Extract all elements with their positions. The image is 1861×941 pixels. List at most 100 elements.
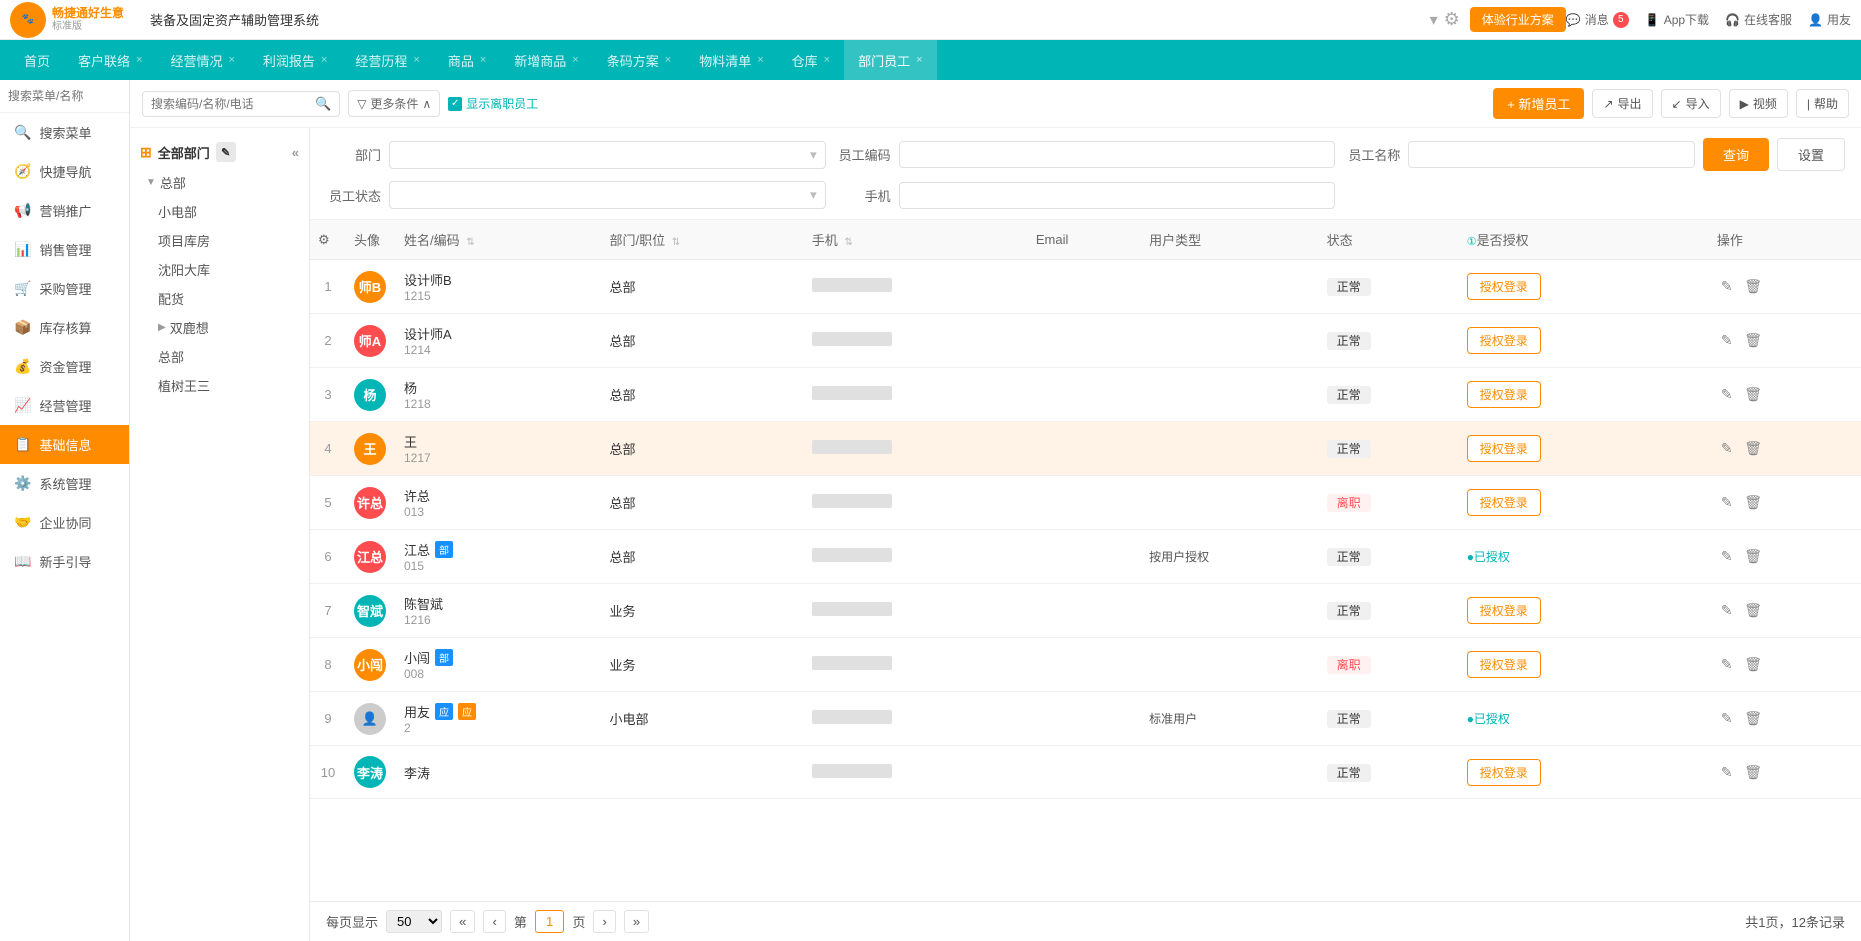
edit-icon[interactable]: ✎ [1717, 762, 1737, 782]
auth-login-btn[interactable]: 授权登录 [1467, 381, 1541, 408]
close-icon[interactable]: × [916, 54, 922, 66]
sidebar-search-input[interactable] [8, 89, 130, 103]
edit-icon[interactable]: ✎ [1717, 546, 1737, 566]
delete-icon[interactable]: 🗑 [1740, 654, 1766, 674]
current-page[interactable]: 1 [535, 910, 564, 933]
edit-icon[interactable]: ✎ [1717, 708, 1737, 728]
show-resigned-toggle[interactable]: ✓ 显示离职员工 [448, 95, 538, 112]
last-page-btn[interactable]: » [624, 910, 649, 933]
row-auth[interactable]: 授权登录 [1459, 314, 1669, 368]
close-icon[interactable]: × [228, 54, 234, 66]
col-settings[interactable]: ⚙ [310, 220, 346, 260]
close-icon[interactable]: × [321, 54, 327, 66]
collapse-icon[interactable]: « [292, 145, 299, 160]
import-button[interactable]: ↙ 导入 [1661, 89, 1721, 118]
delete-icon[interactable]: 🗑 [1740, 492, 1766, 512]
auth-login-btn[interactable]: 授权登录 [1467, 759, 1541, 786]
status-select[interactable]: ▾ [389, 181, 826, 209]
close-icon[interactable]: × [480, 54, 486, 66]
next-page-btn[interactable]: › [593, 910, 615, 933]
dropdown-arrow[interactable]: ▾ [1430, 10, 1438, 30]
row-auth[interactable]: 授权登录 [1459, 368, 1669, 422]
tab-department[interactable]: 部门员工 × [844, 40, 936, 80]
tab-home[interactable]: 首页 [10, 40, 64, 80]
close-icon[interactable]: × [572, 54, 578, 66]
close-icon[interactable]: × [824, 54, 830, 66]
export-button[interactable]: ↗ 导出 [1592, 89, 1652, 118]
auth-login-btn[interactable]: 授权登录 [1467, 489, 1541, 516]
message-btn[interactable]: 💬 消息 5 [1566, 11, 1629, 28]
sidebar-item-system[interactable]: ⚙️ 系统管理 [0, 464, 129, 503]
prev-page-btn[interactable]: ‹ [483, 910, 505, 933]
video-button[interactable]: ▶ 视频 [1729, 89, 1788, 118]
delete-icon[interactable]: 🗑 [1740, 330, 1766, 350]
settings-icon[interactable]: ⚙ [1444, 9, 1460, 30]
tab-customer[interactable]: 客户联络 × [64, 40, 156, 80]
row-auth[interactable]: 授权登录 [1459, 260, 1669, 314]
sidebar-item-inventory[interactable]: 📦 库存核算 [0, 308, 129, 347]
sidebar-item-marketing[interactable]: 📢 营销推广 [0, 191, 129, 230]
tab-goods[interactable]: 商品 × [434, 40, 500, 80]
tab-profit[interactable]: 利润报告 × [249, 40, 341, 80]
row-auth[interactable]: 授权登录 [1459, 746, 1669, 799]
sidebar-item-guide[interactable]: 📖 新手引导 [0, 542, 129, 581]
empname-input[interactable] [1408, 141, 1695, 168]
tab-barcode[interactable]: 条码方案 × [593, 40, 685, 80]
edit-icon[interactable]: ✎ [1717, 384, 1737, 404]
tab-operations[interactable]: 经营情况 × [156, 40, 248, 80]
dept-item-zongbu2[interactable]: 总部 [138, 342, 301, 371]
col-dept[interactable]: 部门/职位 ⇅ [601, 220, 803, 260]
auth-login-btn[interactable]: 授权登录 [1467, 327, 1541, 354]
row-auth[interactable]: 授权登录 [1459, 476, 1669, 530]
delete-icon[interactable]: 🗑 [1740, 438, 1766, 458]
auth-login-btn[interactable]: 授权登录 [1467, 597, 1541, 624]
delete-icon[interactable]: 🗑 [1740, 762, 1766, 782]
dept-item-zhishu[interactable]: 植树王三 [138, 371, 301, 400]
col-name[interactable]: 姓名/编码 ⇅ [396, 220, 601, 260]
sidebar-item-finance[interactable]: 💰 资金管理 [0, 347, 129, 386]
help-button[interactable]: | 帮助 [1796, 89, 1849, 118]
sidebar-item-sales[interactable]: 📊 销售管理 [0, 230, 129, 269]
first-page-btn[interactable]: « [450, 910, 475, 933]
edit-icon[interactable]: ✎ [1717, 654, 1737, 674]
delete-icon[interactable]: 🗑 [1740, 276, 1766, 296]
sidebar-item-purchase[interactable]: 🛒 采购管理 [0, 269, 129, 308]
auth-login-btn[interactable]: 授权登录 [1467, 435, 1541, 462]
more-filter-btn[interactable]: ▽ 更多条件 ∧ [348, 90, 440, 117]
edit-icon[interactable]: ✎ [1717, 438, 1737, 458]
sidebar-item-quicknav[interactable]: 🧭 快捷导航 [0, 152, 129, 191]
sidebar-item-cooperation[interactable]: 🤝 企业协同 [0, 503, 129, 542]
sort-icon[interactable]: ⇅ [466, 237, 474, 248]
auth-login-btn[interactable]: 授权登录 [1467, 273, 1541, 300]
per-page-select[interactable]: 50 100 [386, 910, 442, 933]
tab-warehouse[interactable]: 仓库 × [778, 40, 844, 80]
dept-item-xiaodian[interactable]: 小电部 [138, 197, 301, 226]
sidebar-item-search[interactable]: 🔍 搜索菜单 [0, 113, 129, 152]
row-auth[interactable]: 授权登录 [1459, 584, 1669, 638]
auth-login-btn[interactable]: 授权登录 [1467, 651, 1541, 678]
row-auth[interactable]: 授权登录 [1459, 422, 1669, 476]
edit-icon[interactable]: ✎ [1717, 492, 1737, 512]
empcode-input[interactable] [899, 141, 1336, 168]
search-box[interactable]: 🔍 [142, 91, 340, 117]
dept-item-zongbu[interactable]: ▼ 总部 [138, 168, 301, 197]
employee-search-input[interactable] [151, 97, 311, 111]
row-auth[interactable]: 授权登录 [1459, 638, 1669, 692]
delete-icon[interactable]: 🗑 [1740, 708, 1766, 728]
delete-icon[interactable]: 🗑 [1740, 600, 1766, 620]
trial-button[interactable]: 体验行业方案 [1470, 7, 1566, 32]
app-download-btn[interactable]: 📱 App下载 [1645, 11, 1709, 28]
col-phone[interactable]: 手机 ⇅ [804, 220, 1028, 260]
edit-icon[interactable]: ✎ [1717, 330, 1737, 350]
dept-item-shuanglu[interactable]: ▶ 双鹿想 [138, 313, 301, 342]
sidebar-search[interactable]: 🔍 [0, 80, 129, 113]
user-avatar[interactable]: 👤 用友 [1808, 11, 1851, 28]
tab-bom[interactable]: 物料清单 × [685, 40, 777, 80]
row-auth[interactable]: ●已授权 [1459, 692, 1669, 746]
delete-icon[interactable]: 🗑 [1740, 546, 1766, 566]
dept-item-shenyang[interactable]: 沈阳大库 [138, 255, 301, 284]
edit-icon[interactable]: ✎ [1717, 600, 1737, 620]
tab-add-goods[interactable]: 新增商品 × [500, 40, 592, 80]
sort-icon[interactable]: ⇅ [672, 237, 680, 248]
phone-input[interactable] [899, 182, 1336, 209]
